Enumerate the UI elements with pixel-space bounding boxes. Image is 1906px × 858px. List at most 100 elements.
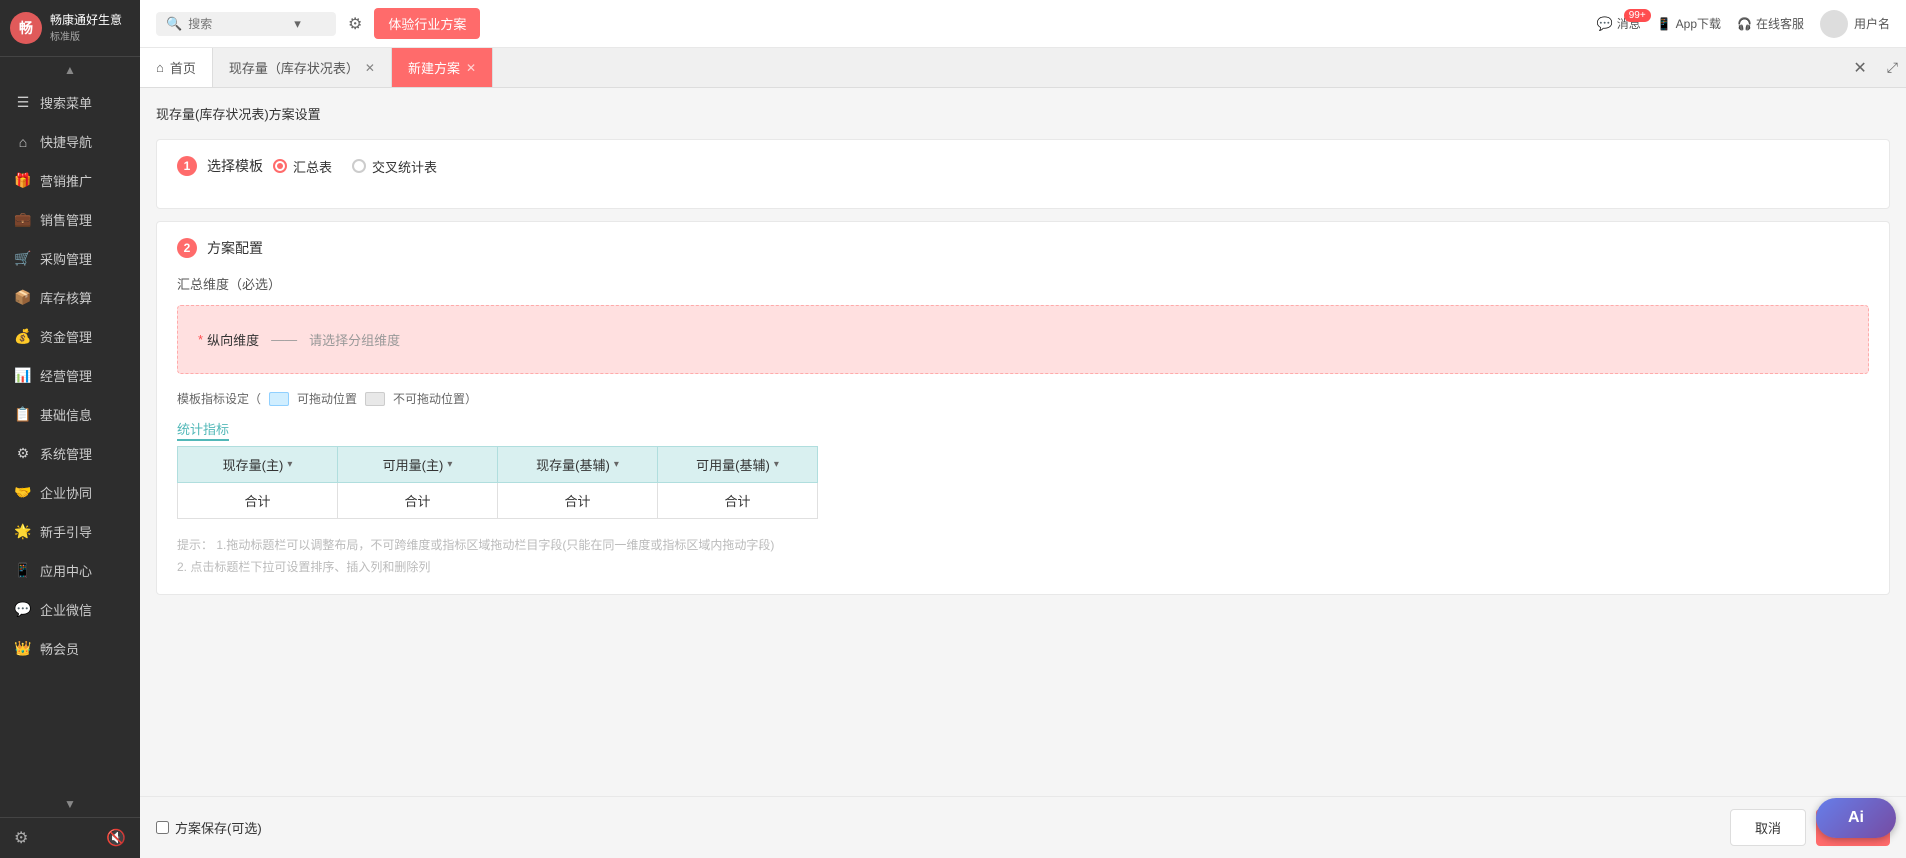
sidebar-bottom: ⚙ 🔇 xyxy=(0,817,140,858)
sidebar-item-operations-label: 经营管理 xyxy=(40,366,92,385)
logo-icon: 畅 xyxy=(10,12,42,44)
sidebar-item-newbie[interactable]: 🌟 新手引导 xyxy=(0,512,140,551)
tip2: 2. 点击标题栏下拉可设置排序、插入列和删除列 xyxy=(177,557,1869,579)
sidebar-item-wechat[interactable]: 💬 企业微信 xyxy=(0,590,140,629)
sidebar-nav: ☰ 搜索菜单 ⌂ 快捷导航 🎁 营销推广 💼 销售管理 🛒 采购管理 📦 库存核… xyxy=(0,83,140,791)
sidebar-item-purchase-label: 采购管理 xyxy=(40,249,92,268)
topbar-app-download[interactable]: 📱 App下载 xyxy=(1657,15,1721,32)
col3-header-label: 现存量(基辅) xyxy=(536,455,610,474)
sidebar-item-enterprise[interactable]: 🤝 企业协同 xyxy=(0,473,140,512)
tab-new-plan[interactable]: 新建方案 ✕ xyxy=(392,48,493,87)
main-area: 🔍 ▾ ⚙ 体验行业方案 💬 消息 99+ 📱 App下载 🎧 在线客服 用户名 xyxy=(140,0,1906,858)
vertical-dimension-label: 纵向维度 xyxy=(207,330,259,349)
settings-icon[interactable]: ⚙ xyxy=(14,828,28,848)
sidebar-item-purchase[interactable]: 🛒 采购管理 xyxy=(0,239,140,278)
save-checkbox[interactable]: 方案保存(可选) xyxy=(156,818,262,837)
cancel-button[interactable]: 取消 xyxy=(1730,809,1806,846)
sidebar-scroll-down[interactable]: ▼ xyxy=(0,791,140,817)
section-template: 1 选择模板 汇总表 交叉统计表 xyxy=(156,139,1890,209)
radio-cross-label: 交叉统计表 xyxy=(372,157,437,176)
quick-nav-icon: ⌂ xyxy=(14,133,32,151)
topbar-online-service[interactable]: 🎧 在线客服 xyxy=(1737,15,1804,32)
topbar-gear-icon[interactable]: ⚙ xyxy=(348,14,362,34)
new-plan-tab-label: 新建方案 xyxy=(408,58,460,77)
sidebar-item-inventory[interactable]: 📦 库存核算 xyxy=(0,278,140,317)
home-tab-icon: ⌂ xyxy=(156,60,164,75)
sidebar-item-search-menu-label: 搜索菜单 xyxy=(40,93,92,112)
sidebar-item-basic-info[interactable]: 📋 基础信息 xyxy=(0,395,140,434)
inventory-status-tab-label: 现存量（库存状况表） xyxy=(229,58,359,77)
sidebar-scroll-up[interactable]: ▲ xyxy=(0,57,140,83)
topbar-search-box[interactable]: 🔍 ▾ xyxy=(156,12,336,36)
sidebar-item-search-menu[interactable]: ☰ 搜索菜单 xyxy=(0,83,140,122)
section1-num: 1 xyxy=(177,156,197,176)
sidebar-item-system[interactable]: ⚙ 系统管理 xyxy=(0,434,140,473)
sidebar-item-app-center[interactable]: 📱 应用中心 xyxy=(0,551,140,590)
inventory-status-tab-close[interactable]: ✕ xyxy=(365,61,375,75)
topbar-message[interactable]: 💬 消息 99+ xyxy=(1597,15,1641,32)
sidebar-item-sales[interactable]: 💼 销售管理 xyxy=(0,200,140,239)
sidebar-item-operations[interactable]: 📊 经营管理 xyxy=(0,356,140,395)
col2-caret-icon[interactable]: ▾ xyxy=(447,459,452,470)
radio-summary-dot xyxy=(273,159,287,173)
search-input[interactable] xyxy=(188,17,288,31)
sidebar-item-finance[interactable]: 💰 资金管理 xyxy=(0,317,140,356)
logo-tag: 标准版 xyxy=(50,28,122,43)
summary-dimension-label: 汇总维度（必选） xyxy=(177,274,1869,293)
sidebar-item-marketing-label: 营销推广 xyxy=(40,171,92,190)
topbar-dropdown-icon[interactable]: ▾ xyxy=(294,16,301,32)
ai-label: Ai xyxy=(1848,809,1864,827)
logo-name: 畅康通好生意 xyxy=(50,13,122,29)
col2-header[interactable]: 可用量(主) ▾ xyxy=(338,447,498,483)
tabs-close-all-icon[interactable]: ✕ xyxy=(1841,58,1878,78)
col3-header[interactable]: 现存量(基辅) ▾ xyxy=(498,447,658,483)
ai-bubble[interactable]: Ai xyxy=(1816,798,1896,838)
search-menu-icon: ☰ xyxy=(14,94,32,112)
col2-dropdown[interactable]: 可用量(主) ▾ xyxy=(383,455,453,474)
dimension-selection-area[interactable]: * 纵向维度 —— 请选择分组维度 xyxy=(177,305,1869,374)
radio-summary[interactable]: 汇总表 xyxy=(273,157,332,176)
trial-button[interactable]: 体验行业方案 xyxy=(374,8,480,39)
col1-header[interactable]: 现存量(主) ▾ xyxy=(178,447,338,483)
radio-cross-dot xyxy=(352,159,366,173)
save-checkbox-input[interactable] xyxy=(156,821,169,834)
template-radio-group: 汇总表 交叉统计表 xyxy=(273,157,437,176)
dimension-placeholder: 请选择分组维度 xyxy=(309,330,400,349)
topbar: 🔍 ▾ ⚙ 体验行业方案 💬 消息 99+ 📱 App下载 🎧 在线客服 用户名 xyxy=(140,0,1906,48)
radio-cross[interactable]: 交叉统计表 xyxy=(352,157,437,176)
col3-dropdown[interactable]: 现存量(基辅) ▾ xyxy=(536,455,619,474)
sidebar-item-quick-nav[interactable]: ⌂ 快捷导航 xyxy=(0,122,140,161)
sidebar-item-sales-label: 销售管理 xyxy=(40,210,92,229)
required-mark: * xyxy=(198,332,203,347)
col4-caret-icon[interactable]: ▾ xyxy=(774,459,779,470)
enterprise-icon: 🤝 xyxy=(14,484,32,502)
col3-data: 合计 xyxy=(498,483,658,519)
purchase-icon: 🛒 xyxy=(14,250,32,268)
new-plan-tab-close[interactable]: ✕ xyxy=(466,61,476,75)
topbar-user[interactable]: 用户名 xyxy=(1820,10,1890,38)
wechat-icon: 💬 xyxy=(14,601,32,619)
finance-icon: 💰 xyxy=(14,328,32,346)
sidebar-item-quick-nav-label: 快捷导航 xyxy=(40,132,92,151)
marketing-icon: 🎁 xyxy=(14,172,32,190)
sidebar-item-member[interactable]: 👑 畅会员 xyxy=(0,629,140,668)
tab-home[interactable]: ⌂ 首页 xyxy=(140,48,213,87)
save-checkbox-label: 方案保存(可选) xyxy=(175,818,262,837)
col1-dropdown[interactable]: 现存量(主) ▾ xyxy=(223,455,293,474)
section2-title: 方案配置 xyxy=(207,238,263,258)
sidebar-item-newbie-label: 新手引导 xyxy=(40,522,92,541)
sidebar-item-system-label: 系统管理 xyxy=(40,444,92,463)
col4-header[interactable]: 可用量(基辅) ▾ xyxy=(658,447,818,483)
section2-num: 2 xyxy=(177,238,197,258)
col4-dropdown[interactable]: 可用量(基辅) ▾ xyxy=(696,455,779,474)
tab-inventory-status[interactable]: 现存量（库存状况表） ✕ xyxy=(213,48,392,87)
sidebar-item-inventory-label: 库存核算 xyxy=(40,288,92,307)
col2-data: 合计 xyxy=(338,483,498,519)
tabs-expand-icon[interactable]: ⤢ xyxy=(1879,59,1906,76)
col3-caret-icon[interactable]: ▾ xyxy=(614,459,619,470)
sidebar-item-marketing[interactable]: 🎁 营销推广 xyxy=(0,161,140,200)
audio-icon[interactable]: 🔇 xyxy=(106,828,126,848)
basic-info-icon: 📋 xyxy=(14,406,32,424)
col1-caret-icon[interactable]: ▾ xyxy=(287,459,292,470)
statistics-table: 现存量(主) ▾ 可用量(主) ▾ 现存量(基辅) ▾ xyxy=(177,446,818,519)
